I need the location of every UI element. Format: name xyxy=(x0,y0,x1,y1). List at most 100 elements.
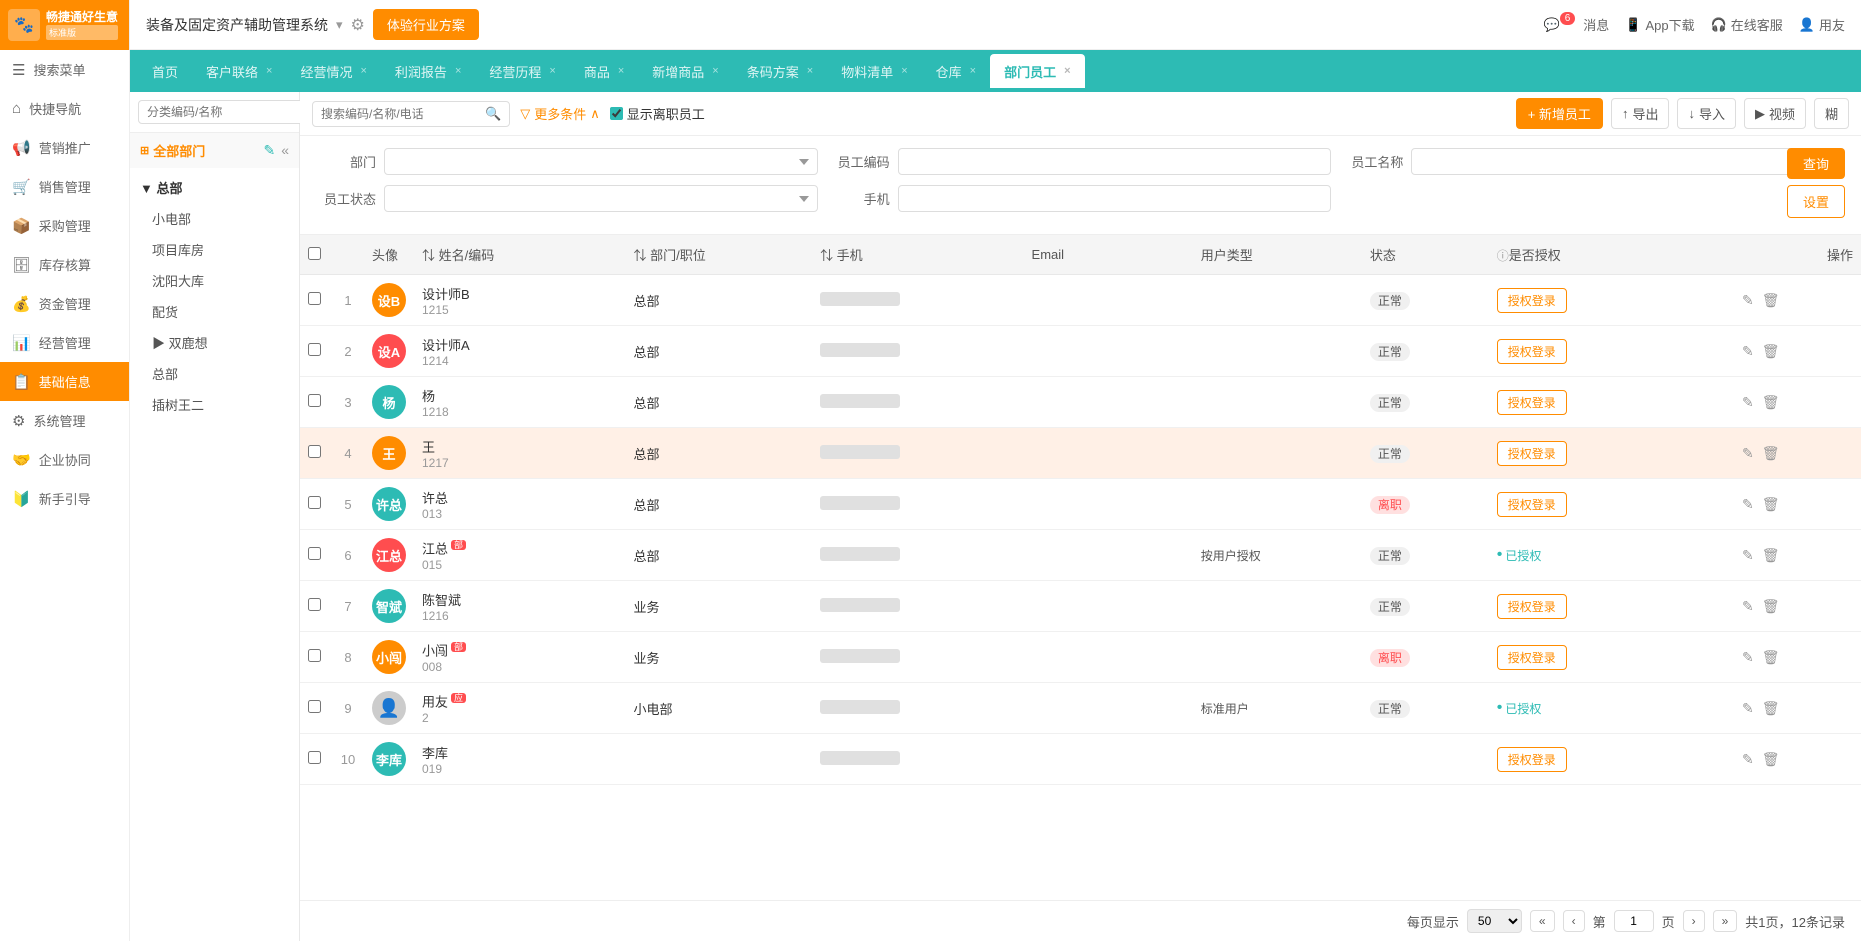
auth-button-1[interactable]: 授权登录 xyxy=(1497,339,1567,364)
sidebar-item-operations[interactable]: 📊经营管理 xyxy=(0,323,129,362)
topbar-right-item-0[interactable]: 💬6消息 xyxy=(1544,15,1610,34)
emp-name-input[interactable] xyxy=(1411,148,1845,175)
nav-tab-close-10[interactable]: × xyxy=(1064,65,1070,77)
sidebar-item-finance[interactable]: 💰资金管理 xyxy=(0,284,129,323)
delete-icon-2[interactable]: 🗑 xyxy=(1762,394,1780,411)
emp-code-input[interactable] xyxy=(898,148,1332,175)
delete-icon-0[interactable]: 🗑 xyxy=(1762,292,1780,309)
sidebar-item-guide[interactable]: 🔰新手引导 xyxy=(0,479,129,518)
dept-node-7[interactable]: 插树王二 xyxy=(130,389,299,420)
nav-tab-5[interactable]: 商品× xyxy=(570,54,638,88)
sidebar-item-collab[interactable]: 🤝企业协同 xyxy=(0,440,129,479)
dept-node-0[interactable]: ▼ 总部 xyxy=(130,172,299,203)
edit-icon-7[interactable]: ✎ xyxy=(1742,649,1754,666)
sidebar-item-marketing[interactable]: 📢营销推广 xyxy=(0,128,129,167)
show-resign-filter[interactable]: 显示离职员工 xyxy=(610,104,705,123)
nav-tab-10[interactable]: 部门员工× xyxy=(990,54,1084,88)
th-name[interactable]: ⇅ 姓名/编码 xyxy=(414,235,625,275)
nav-tab-close-3[interactable]: × xyxy=(455,65,461,77)
delete-icon-4[interactable]: 🗑 xyxy=(1762,496,1780,513)
auth-button-9[interactable]: 授权登录 xyxy=(1497,747,1567,772)
topbar-right-item-3[interactable]: 👤用友 xyxy=(1799,15,1845,34)
nav-tab-close-5[interactable]: × xyxy=(618,65,624,77)
sidebar-item-search-menu[interactable]: ☰搜索菜单 xyxy=(0,50,129,89)
dept-node-2[interactable]: 项目库房 xyxy=(130,234,299,265)
row-checkbox-4[interactable] xyxy=(308,496,321,509)
nav-tab-1[interactable]: 客户联络× xyxy=(192,54,286,88)
topbar-right-item-2[interactable]: 🎧在线客服 xyxy=(1711,15,1783,34)
dept-node-5[interactable]: ▶ 双鹿想 xyxy=(130,327,299,358)
dept-node-1[interactable]: 小电部 xyxy=(130,203,299,234)
add-employee-button[interactable]: + 新增员工 xyxy=(1516,98,1603,129)
edit-icon-0[interactable]: ✎ xyxy=(1742,292,1754,309)
topbar-right-item-1[interactable]: 📱App下载 xyxy=(1625,15,1694,34)
edit-icon-9[interactable]: ✎ xyxy=(1742,751,1754,768)
nav-tab-close-2[interactable]: × xyxy=(360,65,366,77)
delete-icon-9[interactable]: 🗑 xyxy=(1762,751,1780,768)
row-checkbox-1[interactable] xyxy=(308,343,321,356)
filter-search-input[interactable] xyxy=(321,107,481,121)
nav-tab-7[interactable]: 条码方案× xyxy=(733,54,827,88)
auth-button-6[interactable]: 授权登录 xyxy=(1497,594,1567,619)
nav-tab-close-4[interactable]: × xyxy=(549,65,555,77)
sidebar-item-system[interactable]: ⚙系统管理 xyxy=(0,401,129,440)
delete-icon-7[interactable]: 🗑 xyxy=(1762,649,1780,666)
dept-node-3[interactable]: 沈阳大库 xyxy=(130,265,299,296)
phone-input[interactable] xyxy=(898,185,1332,212)
edit-icon-8[interactable]: ✎ xyxy=(1742,700,1754,717)
nav-tab-2[interactable]: 经营情况× xyxy=(286,54,380,88)
nav-tab-4[interactable]: 经营历程× xyxy=(475,54,569,88)
edit-icon-3[interactable]: ✎ xyxy=(1742,445,1754,462)
dept-search-input[interactable] xyxy=(138,100,311,124)
delete-icon-3[interactable]: 🗑 xyxy=(1762,445,1780,462)
row-checkbox-3[interactable] xyxy=(308,445,321,458)
sidebar-item-quick-nav[interactable]: ⌂快捷导航 xyxy=(0,89,129,128)
auth-button-4[interactable]: 授权登录 xyxy=(1497,492,1567,517)
topbar-dropdown-icon[interactable]: ▾ xyxy=(336,17,343,33)
more-options-button[interactable]: 糊 xyxy=(1814,98,1849,129)
row-checkbox-6[interactable] xyxy=(308,598,321,611)
next-page-btn[interactable]: › xyxy=(1683,910,1705,932)
nav-tab-9[interactable]: 仓库× xyxy=(922,54,990,88)
delete-icon-6[interactable]: 🗑 xyxy=(1762,598,1780,615)
nav-tab-close-8[interactable]: × xyxy=(901,65,907,77)
delete-icon-8[interactable]: 🗑 xyxy=(1762,700,1780,717)
row-checkbox-9[interactable] xyxy=(308,751,321,764)
row-checkbox-7[interactable] xyxy=(308,649,321,662)
nav-tab-0[interactable]: 首页 xyxy=(138,54,192,88)
nav-tab-6[interactable]: 新增商品× xyxy=(638,54,732,88)
edit-icon-6[interactable]: ✎ xyxy=(1742,598,1754,615)
nav-tab-close-9[interactable]: × xyxy=(970,65,976,77)
video-button[interactable]: ▶ 视频 xyxy=(1744,98,1806,129)
row-checkbox-2[interactable] xyxy=(308,394,321,407)
sidebar-item-purchase[interactable]: 📦采购管理 xyxy=(0,206,129,245)
sidebar-item-sales[interactable]: 🛒销售管理 xyxy=(0,167,129,206)
th-phone[interactable]: ⇅ 手机 xyxy=(812,235,1023,275)
nav-tab-close-7[interactable]: × xyxy=(807,65,813,77)
dept-collapse-icon[interactable]: « xyxy=(281,142,289,159)
topbar-settings-icon[interactable]: ⚙ xyxy=(351,15,365,35)
nav-tab-8[interactable]: 物料清单× xyxy=(827,54,921,88)
import-button[interactable]: ↓ 导入 xyxy=(1677,98,1736,129)
export-button[interactable]: ↑ 导出 xyxy=(1611,98,1670,129)
page-size-select[interactable]: 50 20 100 xyxy=(1467,909,1522,933)
nav-tab-3[interactable]: 利润报告× xyxy=(381,54,475,88)
delete-icon-1[interactable]: 🗑 xyxy=(1762,343,1780,360)
dept-select[interactable] xyxy=(384,148,818,175)
sidebar-item-basics[interactable]: 📋基础信息 xyxy=(0,362,129,401)
auth-button-0[interactable]: 授权登录 xyxy=(1497,288,1567,313)
dept-node-6[interactable]: 总部 xyxy=(130,358,299,389)
auth-button-3[interactable]: 授权登录 xyxy=(1497,441,1567,466)
first-page-btn[interactable]: « xyxy=(1530,910,1555,932)
query-button[interactable]: 查询 xyxy=(1787,148,1845,179)
auth-button-2[interactable]: 授权登录 xyxy=(1497,390,1567,415)
sidebar-item-inventory[interactable]: 🗄库存核算 xyxy=(0,245,129,284)
row-checkbox-0[interactable] xyxy=(308,292,321,305)
prev-page-btn[interactable]: ‹ xyxy=(1563,910,1585,932)
edit-icon-5[interactable]: ✎ xyxy=(1742,547,1754,564)
show-resign-checkbox[interactable] xyxy=(610,107,623,120)
nav-tab-close-6[interactable]: × xyxy=(712,65,718,77)
edit-icon-4[interactable]: ✎ xyxy=(1742,496,1754,513)
select-all-checkbox[interactable] xyxy=(308,247,321,260)
auth-button-7[interactable]: 授权登录 xyxy=(1497,645,1567,670)
